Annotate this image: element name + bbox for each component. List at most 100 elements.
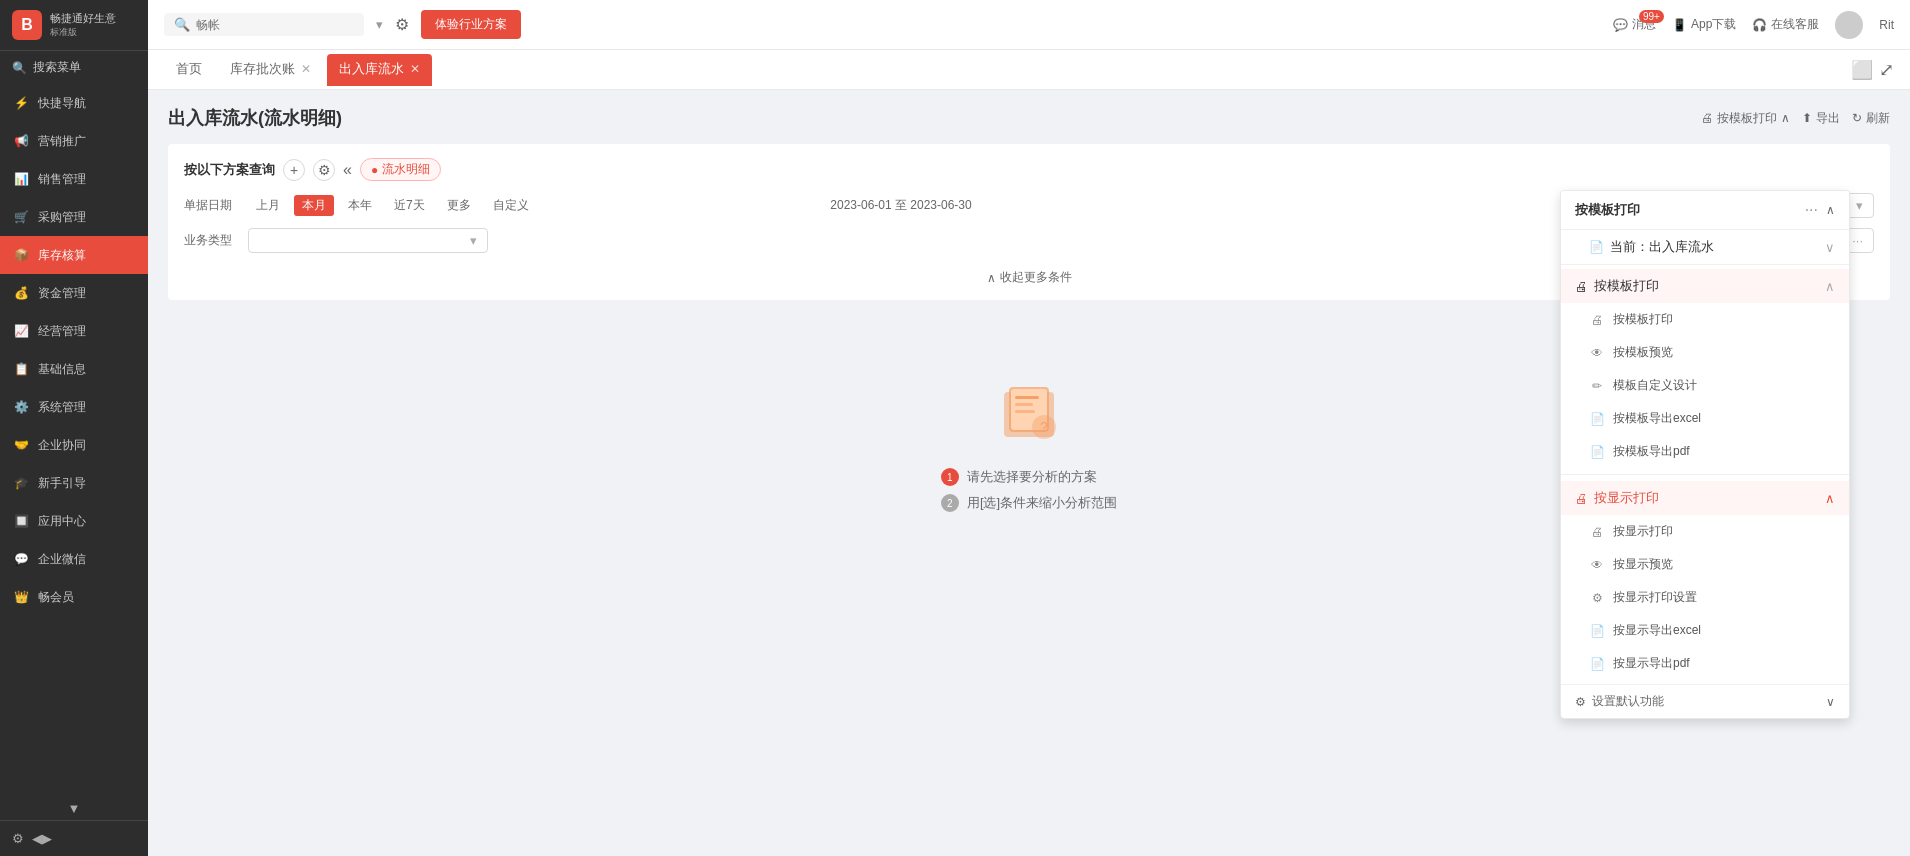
footer-label: 设置默认功能: [1592, 693, 1664, 710]
filter-collapse-icon[interactable]: «: [343, 161, 352, 179]
svg-rect-4: [1015, 403, 1033, 406]
filter-settings-button[interactable]: ⚙: [313, 159, 335, 181]
dropdown-divider: [1561, 474, 1849, 475]
tab-flow[interactable]: 出入库流水 ✕: [327, 54, 432, 86]
refresh-button[interactable]: ↻ 刷新: [1852, 110, 1890, 127]
item-icon-template-design: ✏: [1589, 378, 1605, 394]
print-button[interactable]: 🖨 按模板打印 ∧: [1701, 110, 1790, 127]
template-section-chevron: ∧: [1825, 279, 1835, 294]
print-label: 按模板打印: [1717, 110, 1777, 127]
sidebar-item-basic[interactable]: 📋基础信息: [0, 350, 148, 388]
tab-expand-icon[interactable]: ⤢: [1879, 59, 1894, 81]
topbar-chevron-icon[interactable]: ▾: [376, 17, 383, 32]
dropdown-chevron-icon[interactable]: ∧: [1826, 203, 1835, 217]
dropdown-footer[interactable]: ⚙ 设置默认功能 ∨: [1561, 684, 1849, 718]
dropdown-item-display-preview[interactable]: 👁按显示预览: [1561, 548, 1849, 581]
dropdown-item-template-preview[interactable]: 👁按模板预览: [1561, 336, 1849, 369]
sidebar-item-member[interactable]: 👑畅会员: [0, 578, 148, 616]
tab-home-label: 首页: [176, 60, 202, 78]
app-logo: B 畅捷通好生意 标准版: [0, 0, 148, 51]
export-button[interactable]: ⬆ 导出: [1802, 110, 1840, 127]
date-range-display: 2023-06-01 至 2023-06-30: [830, 197, 971, 214]
message-button[interactable]: 💬 消息 99+: [1613, 16, 1656, 33]
dropdown-more-icon[interactable]: ···: [1805, 201, 1818, 219]
settings-bottom-icon[interactable]: ⚙: [12, 831, 24, 846]
item-label-template-design: 模板自定义设计: [1613, 377, 1697, 394]
sidebar-item-appcenter[interactable]: 🔲应用中心: [0, 502, 148, 540]
sidebar-item-guide[interactable]: 🎓新手引导: [0, 464, 148, 502]
tab-batch-label: 库存批次账: [230, 60, 295, 78]
collapse-bottom-icon[interactable]: ◀▶: [32, 831, 52, 846]
template-print-title: 🖨 按模板打印: [1575, 277, 1659, 295]
sidebar-item-operation[interactable]: 📈经营管理: [0, 312, 148, 350]
display-print-label: 按显示打印: [1594, 489, 1659, 507]
dropdown-item-template-export-pdf[interactable]: 📄按模板导出pdf: [1561, 435, 1849, 468]
nav-label-finance: 资金管理: [38, 285, 86, 302]
sidebar-item-finance[interactable]: 💰资金管理: [0, 274, 148, 312]
app-version: 标准版: [50, 26, 116, 39]
dropdown-item-display-print-item[interactable]: 🖨按显示打印: [1561, 515, 1849, 548]
dropdown-item-display-export-excel[interactable]: 📄按显示导出excel: [1561, 614, 1849, 647]
sidebar-item-sales[interactable]: 📊销售管理: [0, 160, 148, 198]
app-name: 畅捷通好生意: [50, 11, 116, 25]
dropdown-item-template-print-item[interactable]: 🖨按模板打印: [1561, 303, 1849, 336]
nav-icon-system: ⚙️: [12, 398, 30, 416]
date-option-更多[interactable]: 更多: [439, 195, 479, 216]
user-avatar[interactable]: [1835, 11, 1863, 39]
nav-label-member: 畅会员: [38, 589, 74, 606]
date-option-本年[interactable]: 本年: [340, 195, 380, 216]
date-option-上月[interactable]: 上月: [248, 195, 288, 216]
display-print-header[interactable]: 🖨 按显示打印 ∧: [1561, 481, 1849, 515]
date-option-本月[interactable]: 本月: [294, 195, 334, 216]
template-print-header[interactable]: 🖨 按模板打印 ∧: [1561, 269, 1849, 303]
dropdown-current-inner: 📄 当前：出入库流水: [1589, 238, 1714, 256]
cta-button[interactable]: 体验行业方案: [421, 10, 521, 39]
tab-batch[interactable]: 库存批次账 ✕: [218, 54, 323, 86]
date-option-自定义[interactable]: 自定义: [485, 195, 537, 216]
sidebar-item-corp[interactable]: 🤝企业协同: [0, 426, 148, 464]
item-label-display-preview: 按显示预览: [1613, 556, 1673, 573]
dropdown-item-display-print-settings[interactable]: ⚙按显示打印设置: [1561, 581, 1849, 614]
sidebar-item-system[interactable]: ⚙️系统管理: [0, 388, 148, 426]
item-label-display-print-item: 按显示打印: [1613, 523, 1673, 540]
date-option-近7天[interactable]: 近7天: [386, 195, 433, 216]
topbar-gear-icon[interactable]: ⚙: [395, 15, 409, 34]
tab-home[interactable]: 首页: [164, 54, 214, 86]
dropdown-item-template-export-excel[interactable]: 📄按模板导出excel: [1561, 402, 1849, 435]
date-filter-label: 单据日期: [184, 197, 232, 214]
nav-label-marketing: 营销推广: [38, 133, 86, 150]
sidebar-item-wechat[interactable]: 💬企业微信: [0, 540, 148, 578]
app-download-button[interactable]: 📱 App下载: [1672, 16, 1736, 33]
active-filter-tag[interactable]: ● 流水明细: [360, 158, 441, 181]
refresh-label: 刷新: [1866, 110, 1890, 127]
item-icon-template-export-excel: 📄: [1589, 411, 1605, 427]
sidebar-item-purchase[interactable]: 🛒采购管理: [0, 198, 148, 236]
svg-rect-5: [1015, 410, 1035, 413]
dropdown-item-display-export-pdf[interactable]: 📄按显示导出pdf: [1561, 647, 1849, 680]
tab-flow-close[interactable]: ✕: [410, 62, 420, 76]
sidebar-item-inventory[interactable]: 📦库存核算: [0, 236, 148, 274]
tab-restore-icon[interactable]: ⬜: [1851, 59, 1873, 81]
current-label-icon: 📄: [1589, 240, 1604, 254]
page-actions: 🖨 按模板打印 ∧ ⬆ 导出 ↻ 刷新: [1701, 110, 1890, 127]
sidebar-item-quick-nav[interactable]: ⚡快捷导航: [0, 84, 148, 122]
nav-icon-guide: 🎓: [12, 474, 30, 492]
topbar-search-input[interactable]: [196, 18, 316, 32]
sidebar-scroll-down[interactable]: ▼: [0, 797, 148, 820]
topbar-search-box[interactable]: 🔍: [164, 13, 364, 36]
tab-batch-close[interactable]: ✕: [301, 62, 311, 76]
online-service-button[interactable]: 🎧 在线客服: [1752, 16, 1819, 33]
footer-gear-icon: ⚙: [1575, 695, 1586, 709]
dropdown-item-template-design[interactable]: ✏ 模板自定义设计: [1561, 369, 1849, 402]
filter-add-button[interactable]: +: [283, 159, 305, 181]
biz-type-select[interactable]: ▾: [248, 228, 488, 253]
step-1-text: 请先选择要分析的方案: [967, 468, 1097, 486]
page-content: 出入库流水(流水明细) 🖨 按模板打印 ∧ ⬆ 导出 ↻ 刷新: [148, 90, 1910, 856]
dropdown-current[interactable]: 📄 当前：出入库流水 ∨: [1561, 230, 1849, 265]
search-menu[interactable]: 🔍 搜索菜单: [0, 51, 148, 84]
username-label[interactable]: Rit: [1879, 18, 1894, 32]
empty-steps: 1 请先选择要分析的方案 2 用[选]条件来缩小分析范围: [941, 468, 1117, 512]
sidebar-item-marketing[interactable]: 📢营销推广: [0, 122, 148, 160]
dropdown-title: 按模板打印: [1575, 201, 1640, 219]
empty-illustration: ?: [989, 372, 1069, 452]
